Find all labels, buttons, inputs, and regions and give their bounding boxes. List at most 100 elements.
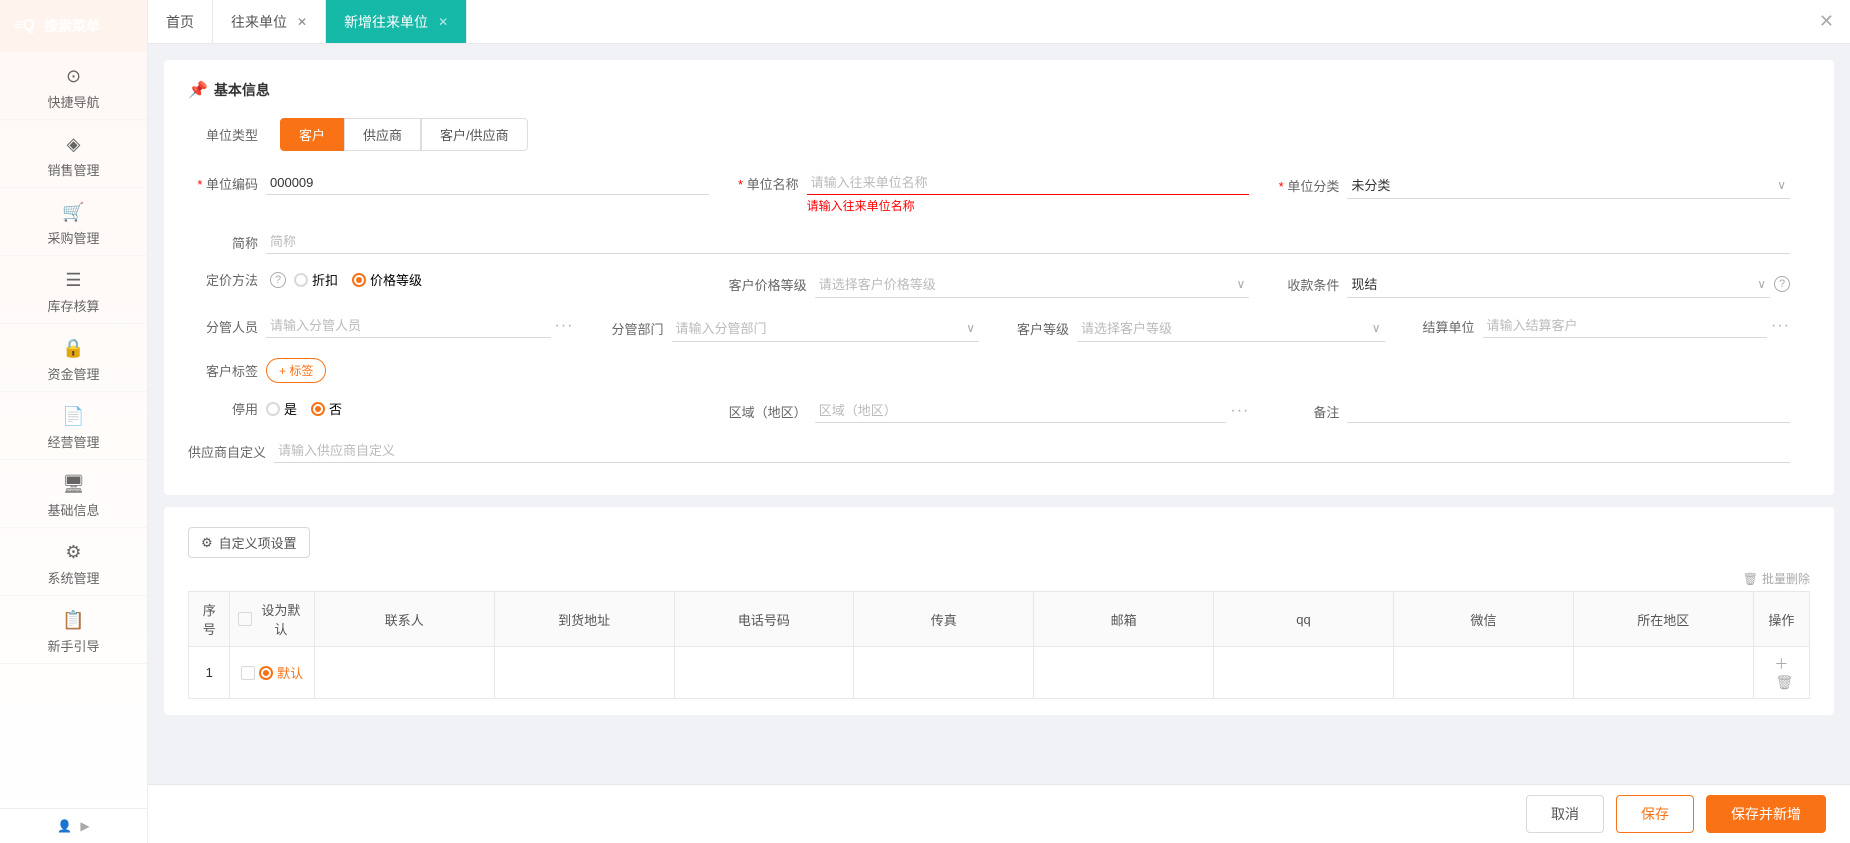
row-default-radio[interactable]: 默认 [259, 663, 303, 682]
customer-level-select[interactable]: 请选择客户等级 ∨ [1077, 314, 1385, 342]
delete-row-icon[interactable]: 🗑 [1775, 674, 1793, 690]
section-title-icon: 📌 [188, 80, 208, 100]
gear-icon: ⚙ [201, 535, 213, 551]
tab-new-partner[interactable]: 新增往来单位 ✕ [326, 0, 467, 43]
cell-contact[interactable] [314, 647, 494, 699]
cell-phone[interactable] [674, 647, 854, 699]
add-row-icon[interactable]: ＋ [1774, 656, 1788, 672]
email-input[interactable] [1042, 661, 1205, 684]
section-title-label: 基本信息 [214, 80, 270, 100]
batch-delete-label[interactable]: 批量删除 [1762, 570, 1810, 587]
sidebar-label: 快捷导航 [47, 92, 99, 111]
abbr-input[interactable] [266, 230, 1790, 254]
cell-qq[interactable] [1214, 647, 1394, 699]
sidebar-item-search[interactable]: ≡Q 搜索菜单 [0, 0, 147, 52]
radio-price-level[interactable]: 价格等级 [352, 270, 422, 289]
unit-name-input[interactable] [807, 171, 1250, 195]
cell-email[interactable] [1034, 647, 1214, 699]
customize-settings-button[interactable]: ⚙ 自定义项设置 [188, 527, 310, 558]
cell-fax[interactable] [854, 647, 1034, 699]
contact-table-card: ⚙ 自定义项设置 🗑 批量删除 序号 设为默认 [164, 507, 1834, 715]
manager-more-icon[interactable]: ··· [555, 317, 574, 335]
customize-settings-label: 自定义项设置 [219, 533, 297, 552]
sidebar-item-purchase[interactable]: 🛒 采购管理 [0, 188, 147, 256]
sidebar-item-sales[interactable]: ◈ 销售管理 [0, 120, 147, 188]
qq-input[interactable] [1222, 661, 1385, 684]
sidebar-label: 销售管理 [47, 160, 99, 179]
tab-home[interactable]: 首页 [148, 0, 213, 43]
contact-input[interactable] [323, 661, 486, 684]
phone-input[interactable] [683, 661, 846, 684]
region-input[interactable] [815, 399, 1227, 423]
sidebar-item-quick-nav[interactable]: ⊙ 快捷导航 [0, 52, 147, 120]
remark-input[interactable] [1347, 399, 1790, 423]
home-icon: ⊙ [62, 64, 86, 88]
tag-row: 客户标签 + 标签 [188, 358, 1810, 383]
add-tag-button[interactable]: + 标签 [266, 358, 326, 383]
sidebar-item-system[interactable]: ⚙ 系统管理 [0, 528, 147, 596]
cancel-button[interactable]: 取消 [1526, 795, 1604, 833]
radio-no[interactable]: 否 [311, 399, 342, 418]
window-close-button[interactable]: ✕ [1803, 11, 1850, 32]
abbr-label: 简称 [188, 233, 258, 252]
finance-icon: 🔒 [62, 336, 86, 360]
col-address: 到货地址 [494, 592, 674, 647]
tab-partners-close[interactable]: ✕ [297, 15, 307, 29]
type-btn-both[interactable]: 客户/供应商 [421, 118, 528, 151]
row-checkbox[interactable] [241, 666, 255, 680]
sidebar-item-operations[interactable]: 📄 经营管理 [0, 392, 147, 460]
cell-seq: 1 [189, 647, 230, 699]
payment-terms-select[interactable]: 现结 ∨ [1347, 270, 1770, 298]
unit-code-input[interactable] [266, 171, 709, 195]
col-action: 操作 [1753, 592, 1809, 647]
radio-discount[interactable]: 折扣 [294, 270, 338, 289]
save-new-button[interactable]: 保存并新增 [1706, 795, 1826, 833]
guide-icon: 📋 [62, 608, 86, 632]
col-qq: qq [1214, 592, 1394, 647]
region-table-input[interactable] [1582, 661, 1745, 684]
type-btn-customer[interactable]: 客户 [280, 118, 344, 151]
supplier-custom-input[interactable] [274, 439, 1790, 463]
payment-terms-help-icon[interactable]: ? [1774, 276, 1790, 292]
dept-label: 分管部门 [594, 319, 664, 338]
radio-yes[interactable]: 是 [266, 399, 297, 418]
pricing-help-icon[interactable]: ? [270, 272, 286, 288]
table-row: 1 默认 [189, 647, 1810, 699]
col-contact: 联系人 [314, 592, 494, 647]
wechat-input[interactable] [1402, 661, 1565, 684]
select-all-checkbox[interactable] [238, 612, 252, 626]
inventory-icon: ☰ [62, 268, 86, 292]
sidebar-label: 基础信息 [47, 500, 99, 519]
sidebar-item-inventory[interactable]: ☰ 库存核算 [0, 256, 147, 324]
manager-input[interactable] [266, 314, 551, 338]
tab-new-partner-close[interactable]: ✕ [438, 15, 448, 29]
sidebar-item-finance[interactable]: 🔒 资金管理 [0, 324, 147, 392]
dept-select[interactable]: 请输入分管部门 ∨ [672, 314, 980, 342]
chevron-down-icon: ∨ [1777, 178, 1786, 192]
tab-partners[interactable]: 往来单位 ✕ [213, 0, 326, 43]
expand-icon[interactable]: ▶ [80, 819, 89, 833]
radio-discount-label: 折扣 [312, 270, 338, 289]
fax-input[interactable] [862, 661, 1025, 684]
settlement-unit-input[interactable] [1483, 314, 1768, 338]
sidebar-item-basic-info[interactable]: 🖥 基础信息 [0, 460, 147, 528]
save-button[interactable]: 保存 [1616, 795, 1694, 833]
cell-region[interactable] [1573, 647, 1753, 699]
cell-address[interactable] [494, 647, 674, 699]
address-input[interactable] [503, 661, 666, 684]
region-more-icon[interactable]: ··· [1230, 402, 1249, 420]
unit-category-select[interactable]: 未分类 ∨ [1347, 171, 1790, 199]
cell-wechat[interactable] [1394, 647, 1574, 699]
radio-price-level-circle [352, 273, 366, 287]
sidebar-label: 新手引导 [47, 636, 99, 655]
settlement-unit-more-icon[interactable]: ··· [1771, 317, 1790, 335]
tab-new-partner-label: 新增往来单位 [344, 12, 428, 32]
section-title: 📌 基本信息 [188, 80, 1810, 100]
sidebar-label: 系统管理 [47, 568, 99, 587]
customer-price-level-select[interactable]: 请选择客户价格等级 ∨ [815, 270, 1250, 298]
disabled-label: 停用 [188, 399, 258, 418]
type-btn-supplier[interactable]: 供应商 [344, 118, 421, 151]
tag-label: 客户标签 [188, 361, 258, 380]
default-radio-circle [259, 666, 273, 680]
sidebar-item-guide[interactable]: 📋 新手引导 [0, 596, 147, 664]
